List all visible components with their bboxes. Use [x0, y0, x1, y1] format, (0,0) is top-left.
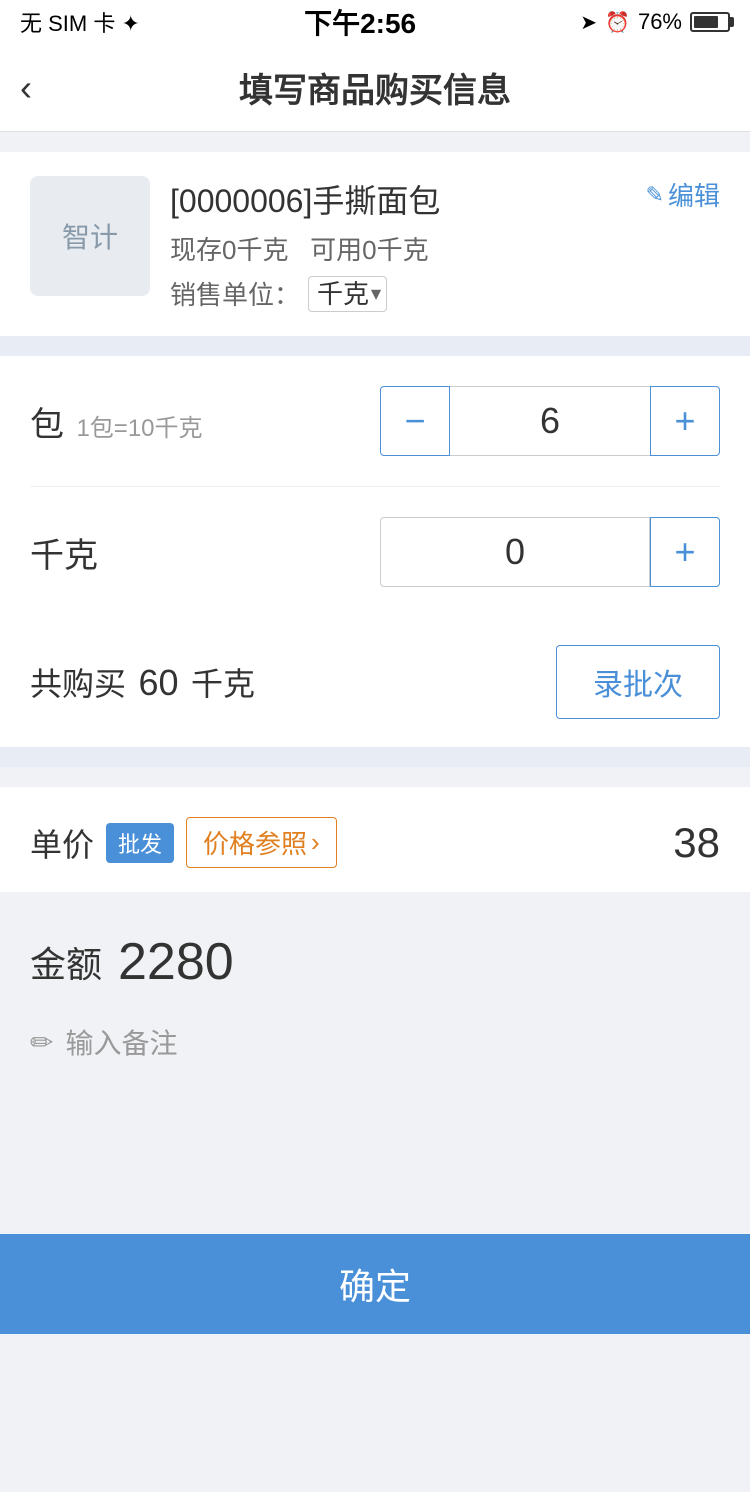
- amount-value: 2280: [118, 932, 234, 992]
- price-section: 单价 批发 价格参照 › 38: [0, 787, 750, 892]
- kg-quantity-control: +: [380, 517, 720, 587]
- batch-tag: 批发: [106, 823, 174, 863]
- product-card: 智计 [0000006]手撕面包 ✎ 编辑 现存0千克 可用0千克 销售单位： …: [0, 152, 750, 336]
- product-name: [0000006]手撕面包: [170, 176, 440, 222]
- bag-plus-button[interactable]: +: [650, 386, 720, 456]
- amount-row: 金额 2280: [30, 922, 720, 1012]
- price-value: 38: [673, 819, 720, 867]
- bag-quantity-input[interactable]: [450, 386, 650, 456]
- amount-label: 金额: [30, 936, 102, 988]
- amount-section: 金额 2280 ✏ 输入备注: [0, 892, 750, 1092]
- kg-label: 千克: [30, 528, 98, 577]
- kg-plus-button[interactable]: +: [650, 517, 720, 587]
- status-time: 下午2:56: [304, 2, 416, 42]
- remark-label: 输入备注: [65, 1022, 177, 1062]
- unit-selector[interactable]: 千克 ▾: [308, 276, 387, 312]
- price-label: 单价: [30, 820, 94, 866]
- total-text: 共购买 60 千克: [30, 659, 255, 705]
- status-left: 无 SIM 卡 ✦: [20, 6, 140, 38]
- status-right: ➤ ⏰ 76%: [580, 9, 730, 35]
- remark-row[interactable]: ✏ 输入备注: [30, 1012, 720, 1092]
- bag-quantity-control: − +: [380, 386, 720, 456]
- kg-row: 千克 +: [30, 487, 720, 617]
- sim-text: 无 SIM 卡 ✦: [20, 6, 140, 38]
- alarm-icon: ⏰: [605, 10, 630, 35]
- confirm-label: 确定: [339, 1258, 411, 1310]
- product-image: 智计: [30, 176, 150, 296]
- battery-label: 76%: [638, 9, 682, 35]
- battery-icon: [690, 12, 730, 32]
- bag-label: 包 1包=10千克: [30, 397, 203, 446]
- product-stock: 现存0千克 可用0千克: [170, 230, 720, 267]
- location-icon: ➤: [580, 10, 597, 35]
- chevron-right-icon: ›: [311, 827, 320, 858]
- bag-row: 包 1包=10千克 − +: [30, 356, 720, 487]
- quantity-section: 包 1包=10千克 − + 千克 +: [0, 356, 750, 617]
- price-row: 单价 批发 价格参照 › 38: [30, 817, 720, 868]
- product-unit: 销售单位： 千克 ▾: [170, 275, 720, 312]
- status-bar: 无 SIM 卡 ✦ 下午2:56 ➤ ⏰ 76%: [0, 0, 750, 44]
- back-button[interactable]: ‹: [20, 67, 32, 109]
- product-info: [0000006]手撕面包 ✎ 编辑 现存0千克 可用0千克 销售单位： 千克 …: [170, 176, 720, 312]
- total-section: 共购买 60 千克 录批次: [0, 617, 750, 747]
- pencil-icon: ✏: [30, 1026, 53, 1059]
- edit-icon: ✎: [646, 182, 664, 208]
- page-title: 填写商品购买信息: [239, 63, 511, 112]
- separator-2: [0, 747, 750, 767]
- record-batch-button[interactable]: 录批次: [556, 645, 720, 719]
- price-label-group: 单价 批发 价格参照 ›: [30, 817, 337, 868]
- product-logo: 智计: [62, 216, 118, 256]
- separator-1: [0, 336, 750, 356]
- price-ref-button[interactable]: 价格参照 ›: [186, 817, 337, 868]
- nav-bar: ‹ 填写商品购买信息: [0, 44, 750, 132]
- bag-minus-button[interactable]: −: [380, 386, 450, 456]
- edit-button[interactable]: ✎ 编辑: [646, 176, 720, 213]
- confirm-bar[interactable]: 确定: [0, 1234, 750, 1334]
- kg-quantity-input[interactable]: [380, 517, 650, 587]
